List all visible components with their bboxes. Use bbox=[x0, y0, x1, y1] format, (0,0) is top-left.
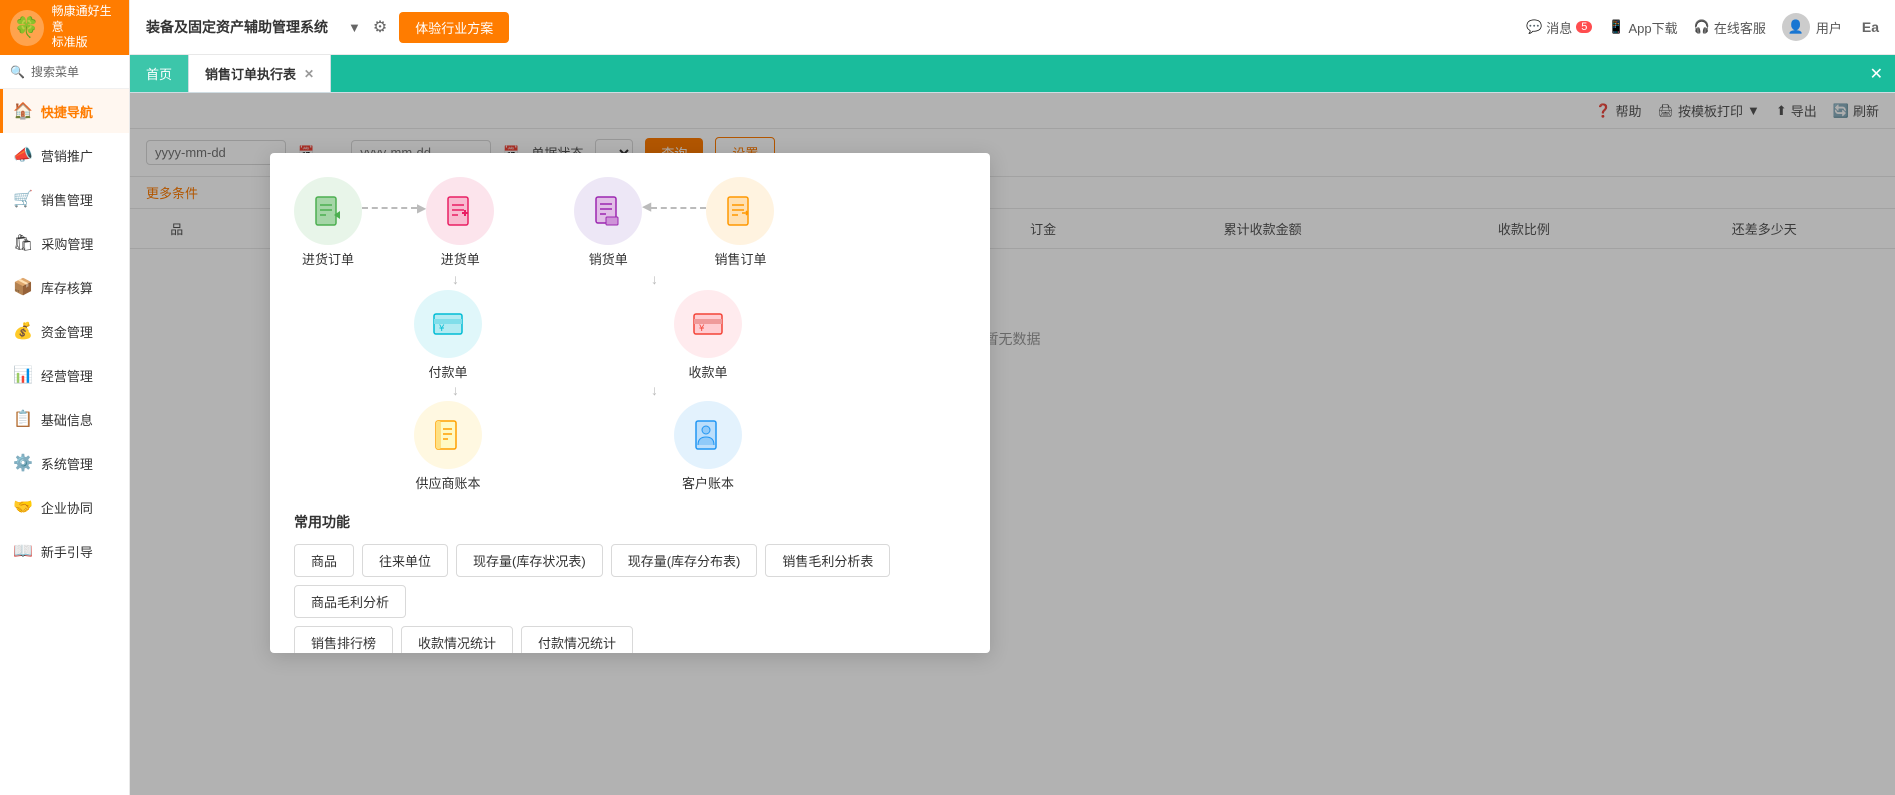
sidebar-item-purchase[interactable]: 🛍 采购管理 bbox=[0, 221, 129, 265]
flow-row-4: ↓ ↓ bbox=[294, 383, 966, 397]
tab-home[interactable]: 首页 bbox=[130, 55, 189, 92]
logo-text: 畅康通好生意 标准版 bbox=[52, 4, 119, 51]
flow-item-receipt[interactable]: ¥ 收款单 bbox=[674, 290, 742, 381]
spacer5 bbox=[482, 401, 674, 492]
flow-row-3: ¥ 付款单 bbox=[294, 290, 966, 381]
newbie-icon: 📖 bbox=[13, 541, 33, 561]
spacer4 bbox=[459, 383, 651, 397]
home-icon: 🏠 bbox=[13, 101, 33, 121]
enterprise-icon: 🤝 bbox=[13, 497, 33, 517]
arrow-sales-order-to-bill: ▶ bbox=[642, 201, 706, 215]
receipt-circle: ¥ bbox=[674, 290, 742, 358]
flow-row-5: 供应商账本 bbox=[294, 401, 966, 492]
func-btn-stock-status[interactable]: 现存量(库存状况表) bbox=[456, 544, 603, 577]
experience-btn[interactable]: 体验行业方案 bbox=[399, 12, 509, 43]
flow-diagram: 进货订单 ▶ bbox=[294, 177, 966, 492]
user-area[interactable]: 👤 用户 bbox=[1782, 13, 1842, 41]
func-btn-sales-margin[interactable]: 销售毛利分析表 bbox=[765, 544, 890, 577]
tabbar: 首页 销售订单执行表 ✕ ✕ bbox=[130, 55, 1895, 93]
flow-modal: 进货订单 ▶ bbox=[270, 153, 990, 653]
svg-text:¥: ¥ bbox=[699, 324, 705, 334]
common-functions: 常用功能 商品 往来单位 现存量(库存状况表) 现存量(库存分布表) 销售毛利分… bbox=[294, 512, 966, 653]
down-arrow-payment: ↓ bbox=[452, 383, 459, 397]
basic-icon: 📋 bbox=[13, 409, 33, 429]
arrow-purchase-to-bill: ▶ bbox=[362, 201, 426, 215]
flow-item-sales-order[interactable]: 销售订单 bbox=[706, 177, 774, 268]
tab-bar-close[interactable]: ✕ bbox=[1858, 64, 1895, 84]
func-btn-stock-dist[interactable]: 现存量(库存分布表) bbox=[611, 544, 758, 577]
common-functions-title: 常用功能 bbox=[294, 512, 966, 532]
message-btn[interactable]: 💬 消息 5 bbox=[1526, 18, 1592, 37]
down-arrow-purchase: ↓ bbox=[452, 272, 459, 286]
payment-circle: ¥ bbox=[414, 290, 482, 358]
customer-ledger-circle bbox=[674, 401, 742, 469]
avatar: 👤 bbox=[1782, 13, 1810, 41]
purchase-bill-circle bbox=[426, 177, 494, 245]
sidebar-logo: 🍀 畅康通好生意 标准版 bbox=[0, 0, 129, 55]
func-btn-contacts[interactable]: 往来单位 bbox=[362, 544, 448, 577]
content-area: ❓ 帮助 🖨 按模板打印 ▼ ⬆ 导出 🔄 刷新 bbox=[130, 93, 1895, 795]
search-menu[interactable]: 🔍 搜索菜单 bbox=[0, 55, 129, 89]
app-download-btn[interactable]: 📱 App下载 bbox=[1608, 18, 1677, 37]
flow-item-payment[interactable]: ¥ 付款单 bbox=[414, 290, 482, 381]
sidebar-item-quick-nav[interactable]: 🏠 快捷导航 bbox=[0, 89, 129, 133]
flow-item-supplier-ledger[interactable]: 供应商账本 bbox=[414, 401, 482, 492]
tab-close-icon[interactable]: ✕ bbox=[304, 67, 314, 81]
func-btn-receipt-stats[interactable]: 收款情况统计 bbox=[401, 626, 513, 653]
func-btn-goods[interactable]: 商品 bbox=[294, 544, 354, 577]
sidebar-item-system[interactable]: ⚙️ 系统管理 bbox=[0, 441, 129, 485]
sidebar: 🍀 畅康通好生意 标准版 🔍 搜索菜单 🏠 快捷导航 📣 营销推广 🛒 销售管理 bbox=[0, 0, 130, 795]
sales-bill-circle bbox=[574, 177, 642, 245]
finance-icon: 💰 bbox=[13, 321, 33, 341]
func-btn-payment-stats[interactable]: 付款情况统计 bbox=[521, 626, 633, 653]
flow-row-1: 进货订单 ▶ bbox=[294, 177, 966, 268]
sidebar-item-finance[interactable]: 💰 资金管理 bbox=[0, 309, 129, 353]
sidebar-item-enterprise[interactable]: 🤝 企业协同 bbox=[0, 485, 129, 529]
func-btn-sales-rank[interactable]: 销售排行榜 bbox=[294, 626, 393, 653]
func-buttons-row2: 销售排行榜 收款情况统计 付款情况统计 bbox=[294, 626, 966, 653]
sales-order-circle bbox=[706, 177, 774, 245]
sales-icon: 🛒 bbox=[13, 189, 33, 209]
gear-icon[interactable]: ⚙ bbox=[373, 17, 387, 37]
purchase-order-circle bbox=[294, 177, 362, 245]
func-buttons-row1: 商品 往来单位 现存量(库存状况表) 现存量(库存分布表) 销售毛利分析表 商品… bbox=[294, 544, 966, 618]
inventory-icon: 📦 bbox=[13, 277, 33, 297]
system-icon: ⚙️ bbox=[13, 453, 33, 473]
supplier-ledger-circle bbox=[414, 401, 482, 469]
sidebar-item-operations[interactable]: 📊 经营管理 bbox=[0, 353, 129, 397]
sidebar-item-newbie[interactable]: 📖 新手引导 bbox=[0, 529, 129, 573]
phone-icon: 📱 bbox=[1608, 19, 1624, 35]
sidebar-item-sales[interactable]: 🛒 销售管理 bbox=[0, 177, 129, 221]
flow-item-purchase-order[interactable]: 进货订单 bbox=[294, 177, 362, 268]
main-area: 装备及固定资产辅助管理系统 ▼ ⚙ 体验行业方案 💬 消息 5 📱 App下载 … bbox=[130, 0, 1895, 795]
marketing-icon: 📣 bbox=[13, 145, 33, 165]
down-arrow-sales: ↓ bbox=[651, 272, 658, 286]
logo-icon: 🍀 bbox=[10, 10, 44, 46]
message-icon: 💬 bbox=[1526, 19, 1542, 35]
sidebar-item-marketing[interactable]: 📣 营销推广 bbox=[0, 133, 129, 177]
flow-item-sales-bill[interactable]: 销货单 bbox=[574, 177, 642, 268]
flow-item-purchase-bill[interactable]: 进货单 bbox=[426, 177, 494, 268]
online-service-btn[interactable]: 🎧 在线客服 bbox=[1694, 18, 1766, 37]
sidebar-nav: 🏠 快捷导航 📣 营销推广 🛒 销售管理 🛍 采购管理 📦 库存核算 💰 bbox=[0, 89, 129, 795]
headset-icon: 🎧 bbox=[1694, 19, 1710, 35]
flow-item-customer-ledger[interactable]: 客户账本 bbox=[674, 401, 742, 492]
sidebar-item-inventory[interactable]: 📦 库存核算 bbox=[0, 265, 129, 309]
ea-label: Ea bbox=[1862, 19, 1879, 35]
topbar-right: 💬 消息 5 📱 App下载 🎧 在线客服 👤 用户 Ea bbox=[1526, 13, 1879, 41]
purchase-icon: 🛍 bbox=[13, 233, 33, 253]
svg-text:¥: ¥ bbox=[439, 324, 445, 334]
tab-sales-orders[interactable]: 销售订单执行表 ✕ bbox=[189, 55, 331, 92]
func-btn-goods-margin[interactable]: 商品毛利分析 bbox=[294, 585, 406, 618]
system-title: 装备及固定资产辅助管理系统 bbox=[146, 17, 328, 37]
sidebar-item-basic[interactable]: 📋 基础信息 bbox=[0, 397, 129, 441]
system-dropdown[interactable]: ▼ bbox=[348, 20, 361, 35]
topbar: 装备及固定资产辅助管理系统 ▼ ⚙ 体验行业方案 💬 消息 5 📱 App下载 … bbox=[130, 0, 1895, 55]
search-icon: 🔍 bbox=[10, 65, 25, 79]
modal-overlay: 进货订单 ▶ bbox=[130, 93, 1895, 795]
operations-icon: 📊 bbox=[13, 365, 33, 385]
flow-row-2: ↓ ↓ bbox=[294, 272, 966, 286]
down-arrow-receipt: ↓ bbox=[651, 383, 658, 397]
